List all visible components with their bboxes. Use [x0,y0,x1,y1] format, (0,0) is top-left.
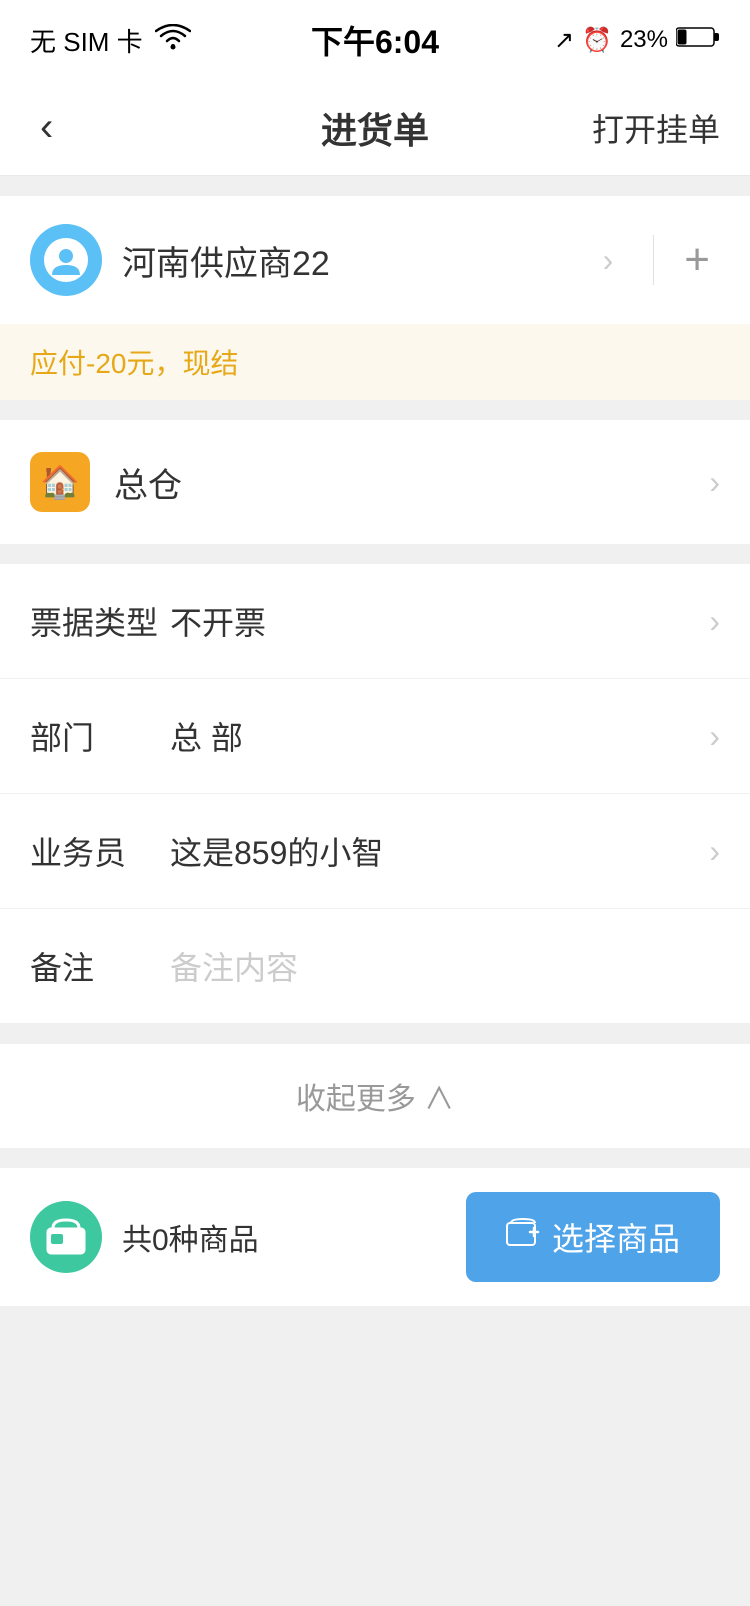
supplier-name: 河南供应商22 [122,236,603,285]
ticket-type-value: 不开票 [170,598,709,644]
supplier-chevron-icon: › [603,242,614,279]
warehouse-row[interactable]: 🏠 总仓 › [0,420,750,544]
salesperson-key: 业务员 [30,828,170,874]
status-bar: 无 SIM 卡 下午6:04 ↗ ⏰ 23% [0,0,750,80]
warehouse-chevron-icon: › [709,464,720,501]
page-title: 进货单 [321,102,429,154]
ticket-type-row[interactable]: 票据类型 不开票 › [0,564,750,679]
select-goods-button[interactable]: 选择商品 [466,1192,720,1282]
supplier-row[interactable]: 河南供应商22 › + [0,196,750,324]
department-chevron-icon: › [709,718,720,755]
department-row[interactable]: 部门 总 部 › [0,679,750,794]
salesperson-row[interactable]: 业务员 这是859的小智 › [0,794,750,909]
goods-icon-wrap [30,1201,102,1273]
location-icon: ↗ [554,26,574,55]
battery-label: 23% [620,26,668,54]
bottom-bar: 共0种商品 选择商品 [0,1168,750,1306]
select-goods-icon [506,1218,540,1256]
select-goods-label: 选择商品 [552,1214,680,1260]
warehouse-icon-wrap: 🏠 [30,452,90,512]
open-pending-button[interactable]: 打开挂单 [592,105,720,151]
vertical-divider [653,235,654,285]
ticket-type-chevron-icon: › [709,603,720,640]
notice-text: 应付-20元，现结 [30,348,238,379]
remark-row[interactable]: 备注 备注内容 [0,909,750,1023]
top-divider [0,176,750,196]
add-supplier-button[interactable]: + [674,235,720,285]
department-value: 总 部 [170,713,709,759]
avatar-inner [44,238,88,282]
salesperson-value: 这是859的小智 [170,828,709,874]
warehouse-label: 总仓 [114,458,709,507]
collapse-row[interactable]: 收起更多 ∧ [0,1043,750,1148]
collapse-label: 收起更多 ∧ [296,1074,454,1118]
carrier-label: 无 SIM 卡 [30,22,143,59]
department-key: 部门 [30,713,170,759]
ticket-type-key: 票据类型 [30,598,170,644]
wifi-icon [155,24,191,57]
footer-gray [0,1306,750,1606]
salesperson-chevron-icon: › [709,833,720,870]
notice-bar: 应付-20元，现结 [0,324,750,400]
remark-placeholder: 备注内容 [170,943,720,989]
back-button[interactable]: ‹ [30,95,63,160]
supplier-section: 河南供应商22 › + 应付-20元，现结 [0,196,750,400]
status-right: ↗ ⏰ 23% [554,26,720,55]
status-time: 下午6:04 [311,17,439,63]
nav-bar: ‹ 进货单 打开挂单 [0,80,750,176]
alarm-icon: ⏰ [582,26,612,55]
warehouse-section: 🏠 总仓 › [0,420,750,544]
supplier-avatar [30,224,102,296]
remark-key: 备注 [30,943,170,989]
status-left: 无 SIM 卡 [30,22,191,59]
battery-icon [676,26,720,55]
warehouse-icon: 🏠 [40,463,80,501]
goods-count: 共0种商品 [122,1215,466,1259]
form-section: 票据类型 不开票 › 部门 总 部 › 业务员 这是859的小智 › 备注 备注… [0,564,750,1023]
